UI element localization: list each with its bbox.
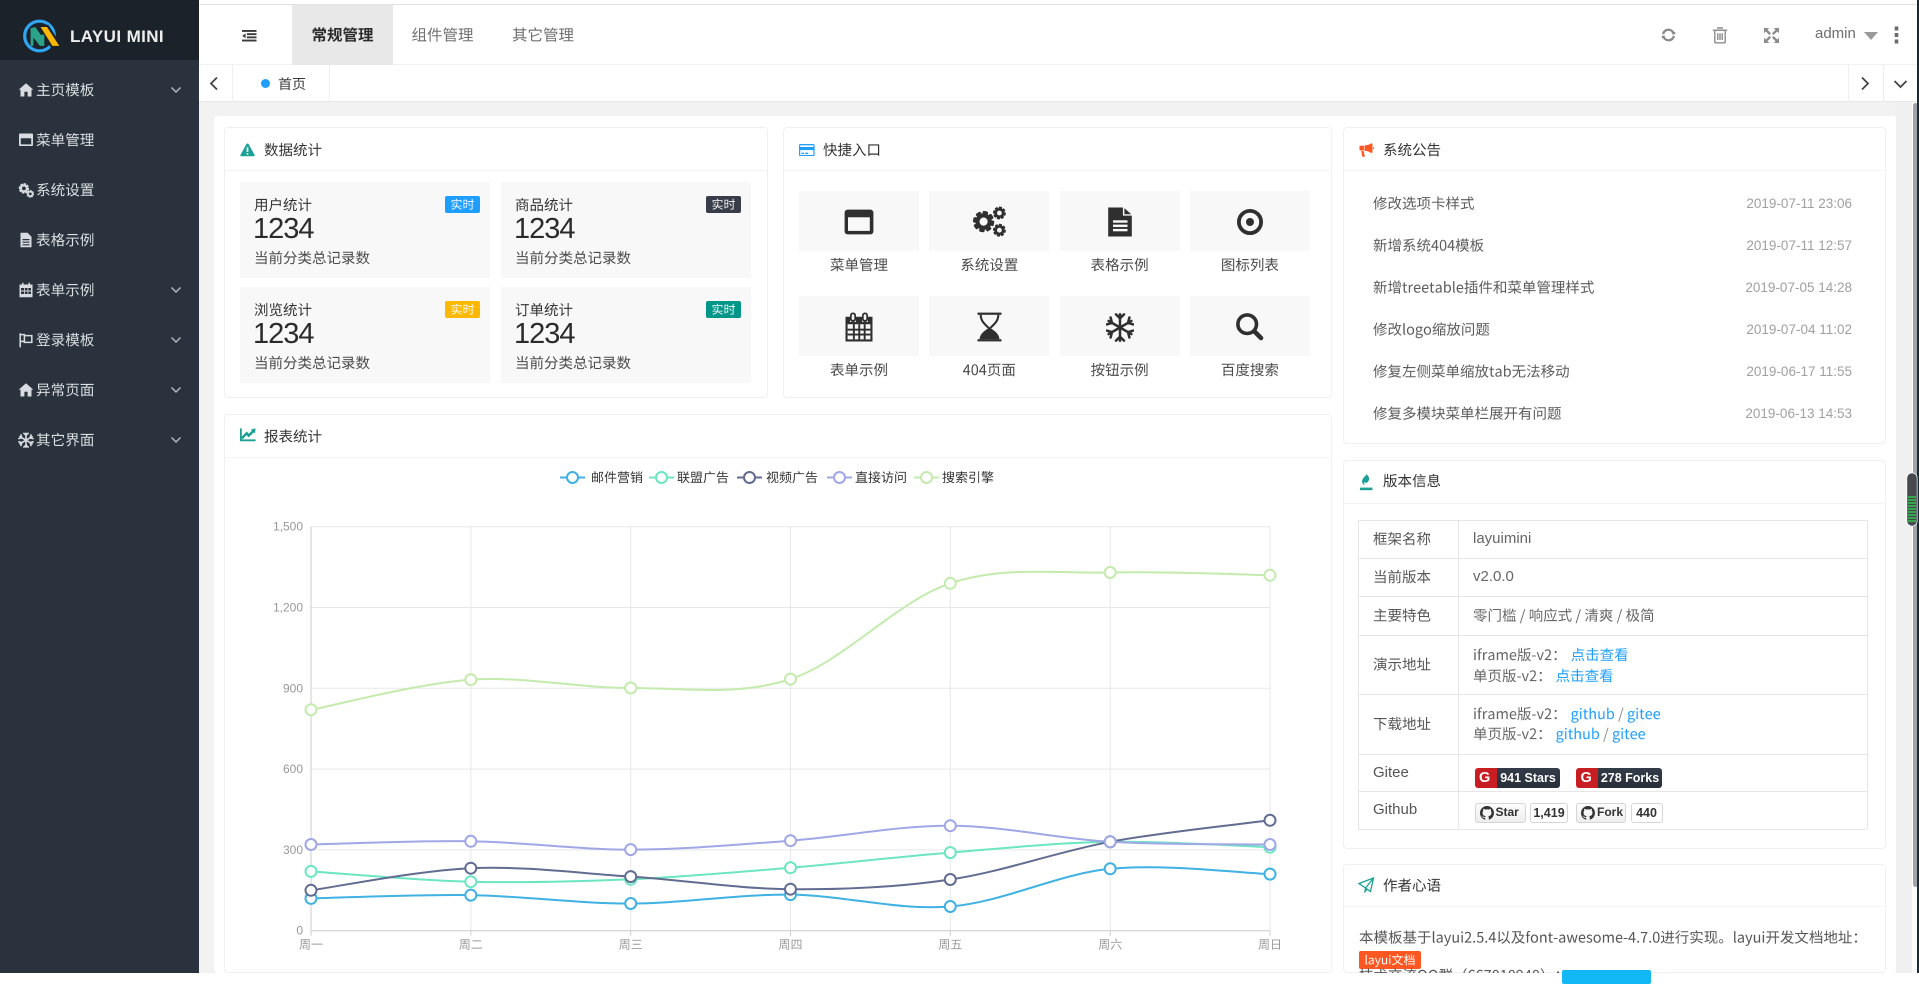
svg-text:900: 900 (283, 681, 303, 695)
svg-text:300: 300 (283, 843, 303, 857)
svg-text:1,200: 1,200 (273, 601, 303, 615)
svg-text:1,500: 1,500 (273, 520, 303, 534)
svg-text:0: 0 (296, 924, 303, 938)
svg-text:600: 600 (283, 762, 303, 776)
